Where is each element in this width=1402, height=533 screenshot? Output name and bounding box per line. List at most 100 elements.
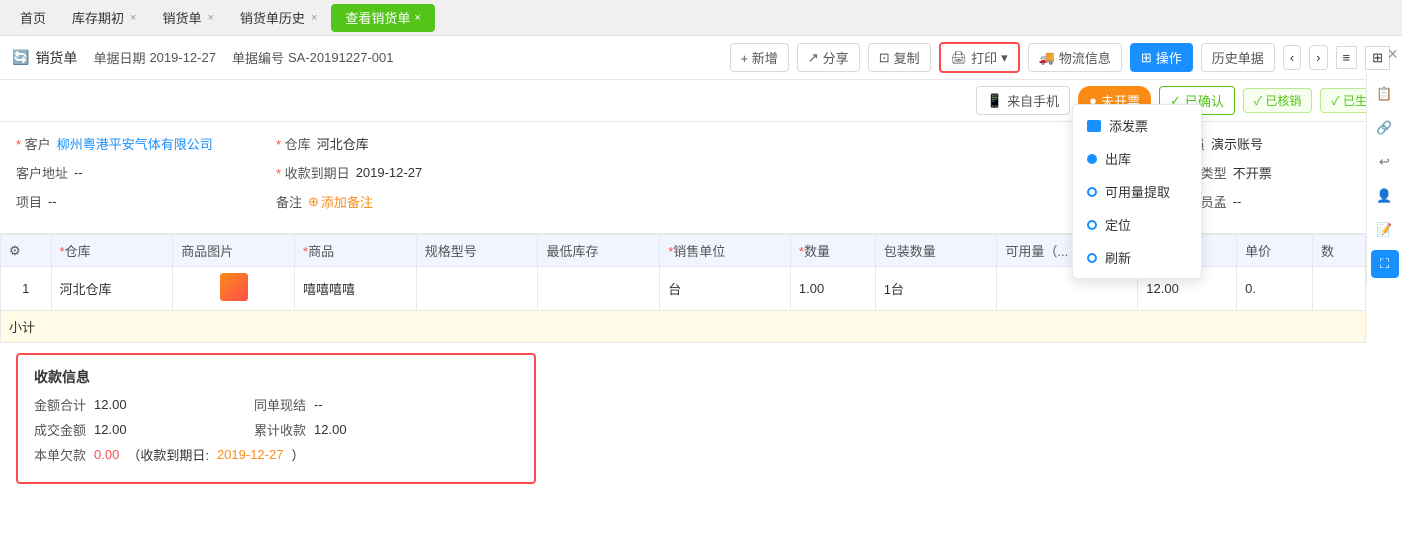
customer-field: 客户 柳州粤港平安气体有限公司 [16, 134, 236, 153]
sidebar-doc-icon: 📋 [1376, 86, 1392, 102]
row-price: 0. [1237, 267, 1313, 311]
col-product: *商品 [295, 235, 417, 267]
print-button[interactable]: 🖨 打印 ▾ [939, 42, 1020, 73]
sidebar-icon-2[interactable]: 🔗 [1371, 114, 1399, 142]
ticket-value: 不开票 [1233, 163, 1272, 182]
col-price: 单价 [1237, 235, 1313, 267]
operation-button[interactable]: ⊞ 操作 [1130, 43, 1193, 72]
sidebar-history-icon: 📝 [1376, 222, 1392, 238]
tab-bar: 首页 库存期初 × 销货单 × 销货单历史 × 查看销货单 × [0, 0, 1402, 36]
row-index: 1 [1, 267, 52, 311]
tab-inventory-close[interactable]: × [130, 12, 136, 24]
col-unit: *销售单位 [660, 235, 791, 267]
operation-dropdown: 添发票 出库 可用量提取 定位 刷新 [1072, 104, 1202, 279]
payment-date-value: 2019-12-27 [356, 165, 423, 180]
payment-row-1: 金额合计 12.00 同单现结 -- [34, 395, 518, 414]
logistics-button[interactable]: 🚚 物流信息 [1028, 43, 1122, 72]
tab-home[interactable]: 首页 [8, 4, 58, 32]
tab-sales-history-close[interactable]: × [311, 12, 317, 24]
tab-inventory-label: 库存期初 [72, 8, 124, 27]
sidebar-icon-5[interactable]: 📝 [1371, 216, 1399, 244]
row-warehouse: 河北仓库 [51, 267, 173, 311]
doc-date-value: 2019-12-27 [149, 50, 216, 65]
col-min-stock: 最低库存 [538, 235, 660, 267]
refresh-label: 刷新 [1105, 248, 1131, 267]
dropdown-available-qty[interactable]: 可用量提取 [1073, 175, 1201, 208]
col-qty: *数量 [790, 235, 875, 267]
sidebar-icon-4[interactable]: 👤 [1371, 182, 1399, 210]
nav-prev[interactable]: ‹ [1283, 45, 1301, 70]
project-label: 项目 [16, 192, 42, 211]
copy-button[interactable]: ⊡ 复制 [868, 43, 931, 72]
cumulative-field: 累计收款 12.00 [254, 420, 434, 439]
payment-date-label: 收款到期日 [276, 163, 350, 182]
tab-sales-history-label: 销货单历史 [240, 8, 305, 27]
dropdown-add-invoice[interactable]: 添发票 [1073, 109, 1201, 142]
col-product-img: 商品图片 [173, 235, 295, 267]
doc-header: 🔄 销货单 单据日期 2019-12-27 单据编号 SA-20191227-0… [0, 36, 1402, 80]
doc-type-label: 销货单 [35, 48, 77, 68]
print-icon: 🖨 [951, 50, 968, 66]
tab-sales-close[interactable]: × [207, 12, 213, 24]
tab-sales[interactable]: 销货单 × [150, 4, 225, 32]
dropdown-refresh[interactable]: 刷新 [1073, 241, 1201, 274]
tab-sales-label: 销货单 [162, 8, 201, 27]
sidebar-expand-icon: ⛶ [1380, 256, 1389, 272]
right-sidebar: × 📋 🔗 ↩ 👤 📝 ⛶ [1366, 72, 1402, 286]
sold-out-button[interactable]: ✓ 已核销 [1243, 88, 1313, 113]
col-pack-qty: 包装数量 [875, 235, 997, 267]
sidebar-icon-3[interactable]: ↩ [1371, 148, 1399, 176]
tab-sales-history[interactable]: 销货单历史 × [228, 4, 329, 32]
dropdown-position[interactable]: 定位 [1073, 208, 1201, 241]
view-list-icon[interactable]: ≡ [1336, 46, 1358, 69]
row-pack-qty: 1台 [875, 267, 997, 311]
print-dropdown-arrow: ▾ [1001, 50, 1008, 66]
owe-field: 本单欠款 0.00 （收款到期日: 2019-12-27 ） [34, 445, 304, 464]
copy-icon: ⊡ [879, 50, 890, 66]
add-note-button[interactable]: ⊕ 添加备注 [308, 192, 373, 211]
sidebar-return-icon: ↩ [1379, 154, 1390, 170]
col-settings[interactable]: ⚙ [1, 235, 52, 267]
view-grid-icon[interactable]: ⊞ [1365, 46, 1390, 70]
add-invoice-icon [1087, 120, 1101, 132]
close-button[interactable]: × [1387, 44, 1398, 65]
row-amount [1312, 267, 1365, 311]
owe-label: 本单欠款 [34, 445, 86, 464]
position-icon [1087, 220, 1097, 230]
subtotal-label: 小计 [1, 311, 1366, 343]
history-button[interactable]: 历史单据 [1201, 43, 1275, 72]
dropdown-out-stock[interactable]: 出库 [1073, 142, 1201, 175]
doc-title: 🔄 销货单 [12, 48, 77, 68]
cumulative-value: 12.00 [314, 422, 347, 437]
nav-next[interactable]: › [1309, 45, 1327, 70]
payment-date-field: 收款到期日 2019-12-27 [276, 163, 496, 182]
add-note-icon: ⊕ [308, 194, 319, 210]
from-mobile-button[interactable]: 📱 来自手机 [976, 86, 1070, 115]
payment-row-3: 本单欠款 0.00 （收款到期日: 2019-12-27 ） [34, 445, 518, 464]
amount-value: 12.00 [94, 397, 127, 412]
row-product-img [173, 267, 295, 311]
doc-meta: 单据日期 2019-12-27 单据编号 SA-20191227-001 [93, 48, 393, 67]
sidebar-user-icon: 👤 [1376, 188, 1392, 204]
owe-note: （收款到期日: [127, 445, 209, 464]
customer-value[interactable]: 柳州粤港平安气体有限公司 [57, 134, 213, 153]
doc-no-label: 单据编号 [232, 48, 284, 67]
new-button[interactable]: + 新增 [730, 43, 789, 72]
tab-home-label: 首页 [20, 8, 46, 27]
share-button[interactable]: ↗ 分享 [797, 43, 860, 72]
sidebar-icon-expand[interactable]: ⛶ [1371, 250, 1399, 278]
logistics-icon: 🚚 [1039, 50, 1055, 66]
settlement-value: -- [314, 397, 323, 412]
payment-title: 收款信息 [34, 367, 518, 387]
doc-no-field: 单据编号 SA-20191227-001 [232, 48, 394, 67]
tab-inventory[interactable]: 库存期初 × [60, 4, 148, 32]
product-image [220, 273, 248, 301]
address-field: 客户地址 -- [16, 163, 236, 182]
doc-no-value: SA-20191227-001 [288, 50, 394, 65]
col-spec: 规格型号 [416, 235, 538, 267]
tab-view-sales-close[interactable]: × [414, 12, 420, 24]
sidebar-icon-1[interactable]: 📋 [1371, 80, 1399, 108]
tab-view-sales[interactable]: 查看销货单 × [331, 4, 434, 32]
deal-field: 成交金额 12.00 [34, 420, 214, 439]
out-stock-label: 出库 [1105, 149, 1131, 168]
